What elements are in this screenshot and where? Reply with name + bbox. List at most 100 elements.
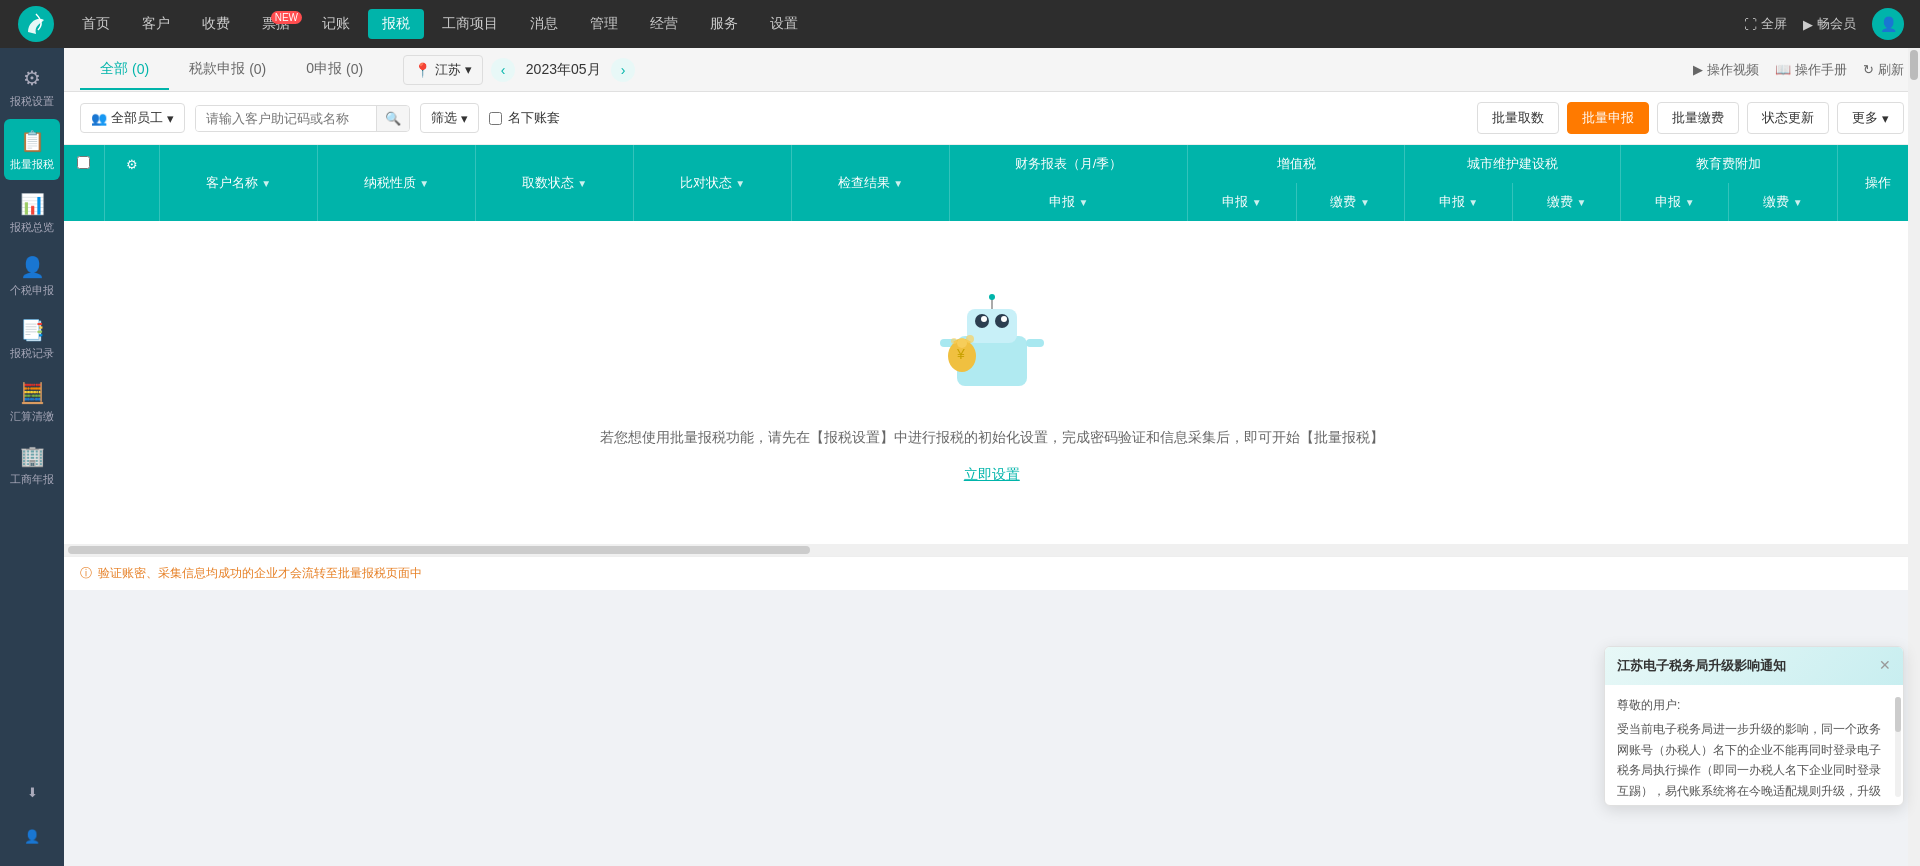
th-edu-pay: 缴费 ▼ xyxy=(1729,183,1837,221)
search-wrapper: 🔍 xyxy=(195,105,410,132)
nav-manage[interactable]: 管理 xyxy=(576,9,632,39)
nav-fee[interactable]: 收费 xyxy=(188,9,244,39)
nav-message[interactable]: 消息 xyxy=(516,9,572,39)
sidebar-item-annual-report[interactable]: 🏢 工商年报 xyxy=(4,434,60,495)
th-compare-status: 比对状态 ▼ xyxy=(633,145,791,221)
bottom-info: ⓘ 验证账密、采集信息均成功的企业才会流转至批量报税页面中 xyxy=(64,556,1920,590)
city-pay-filter[interactable]: ▼ xyxy=(1576,197,1586,208)
svg-text:¥: ¥ xyxy=(956,346,965,362)
th-city-declare: 申报 ▼ xyxy=(1404,183,1512,221)
nav-service[interactable]: 服务 xyxy=(696,9,752,39)
comparestatus-filter-icon[interactable]: ▼ xyxy=(735,178,745,189)
checkresult-filter-icon[interactable]: ▼ xyxy=(893,178,903,189)
tab-tax-declare[interactable]: 税款申报 (0) xyxy=(169,50,286,90)
more-arrow-icon: ▾ xyxy=(1882,111,1889,126)
sidebar-item-tax-record[interactable]: 📑 报税记录 xyxy=(4,308,60,369)
vat-pay-filter[interactable]: ▼ xyxy=(1360,197,1370,208)
more-btn[interactable]: 更多 ▾ xyxy=(1837,102,1904,134)
tax-overview-icon: 📊 xyxy=(20,192,45,216)
th-financial-declare: 申报 ▼ xyxy=(949,183,1188,221)
th-settings[interactable]: ⚙ xyxy=(104,145,160,183)
scroll-thumb[interactable] xyxy=(68,546,810,554)
nav-ticket[interactable]: 票据 NEW xyxy=(248,9,304,39)
search-input[interactable] xyxy=(196,106,376,131)
sidebar-bottom: ⬇ 👤 xyxy=(14,774,50,854)
refresh-btn[interactable]: ↻ 刷新 xyxy=(1863,61,1904,79)
batch-pay-btn[interactable]: 批量缴费 xyxy=(1657,102,1739,134)
vat-declare-filter[interactable]: ▼ xyxy=(1252,197,1262,208)
vertical-scrollbar[interactable] xyxy=(1908,48,1920,866)
th-city-construction-group: 城市维护建设税 xyxy=(1404,145,1620,183)
nav-right: ⛶ 全屏 ▶ 畅会员 👤 xyxy=(1744,8,1904,40)
location-icon: 📍 xyxy=(414,62,431,78)
checkbox-input[interactable] xyxy=(489,112,502,125)
notification-body: 尊敬的用户: 受当前电子税务局进一步升级的影响，同一个政务网账号（办税人）名下的… xyxy=(1605,685,1903,805)
th-fetch-status: 取数状态 ▼ xyxy=(475,145,633,221)
month-next-btn[interactable]: › xyxy=(611,58,635,82)
fin-declare-filter[interactable]: ▼ xyxy=(1078,197,1088,208)
operation-video-btn[interactable]: ▶ 操作视频 xyxy=(1693,61,1759,79)
download-btn[interactable]: ⬇ xyxy=(14,774,50,810)
tab-zero-declare[interactable]: 0申报 (0) xyxy=(286,50,383,90)
city-declare-filter[interactable]: ▼ xyxy=(1468,197,1478,208)
th-city-pay: 缴费 ▼ xyxy=(1513,183,1621,221)
nav-accounting[interactable]: 记账 xyxy=(308,9,364,39)
sidebar-item-batch-tax[interactable]: 📋 批量报税 xyxy=(4,119,60,180)
search-button[interactable]: 🔍 xyxy=(376,106,409,131)
filter-btn[interactable]: 筛选 ▾ xyxy=(420,103,479,133)
user-profile-btn[interactable]: 👤 xyxy=(14,818,50,854)
notification-header: 江苏电子税务局升级影响通知 ✕ xyxy=(1605,647,1903,685)
th-sub-empty2 xyxy=(104,183,160,221)
horizontal-scrollbar[interactable] xyxy=(64,544,1920,556)
th-sub-empty1 xyxy=(64,183,104,221)
svg-point-8 xyxy=(989,294,995,300)
toolbar-right-actions: 批量取数 批量申报 批量缴费 状态更新 更多 ▾ xyxy=(1477,102,1904,134)
notification-content: 受当前电子税务局进一步升级的影响，同一个政务网账号（办税人）名下的企业不能再同时… xyxy=(1617,719,1891,805)
select-arrow-icon: ▾ xyxy=(167,111,174,126)
fetchstatus-filter-icon[interactable]: ▼ xyxy=(577,178,587,189)
tax-record-icon: 📑 xyxy=(20,318,45,342)
tab-all[interactable]: 全部 (0) xyxy=(80,50,169,90)
th-edu-declare: 申报 ▼ xyxy=(1621,183,1729,221)
operation-manual-btn[interactable]: 📖 操作手册 xyxy=(1775,61,1847,79)
sidebar-item-tax-overview[interactable]: 📊 报税总览 xyxy=(4,182,60,243)
settlement-icon: 🧮 xyxy=(20,381,45,405)
month-prev-btn[interactable]: ‹ xyxy=(491,58,515,82)
svg-point-14 xyxy=(966,335,974,343)
batch-fetch-btn[interactable]: 批量取数 xyxy=(1477,102,1559,134)
nav-settings[interactable]: 设置 xyxy=(756,9,812,39)
notification-close-btn[interactable]: ✕ xyxy=(1879,657,1891,673)
setup-link[interactable]: 立即设置 xyxy=(964,466,1020,484)
status-update-btn[interactable]: 状态更新 xyxy=(1747,102,1829,134)
taxtype-filter-icon[interactable]: ▼ xyxy=(419,178,429,189)
nav-client[interactable]: 客户 xyxy=(128,9,184,39)
nav-home[interactable]: 首页 xyxy=(68,9,124,39)
th-vat-declare: 申报 ▼ xyxy=(1188,183,1296,221)
batch-declare-btn[interactable]: 批量申报 xyxy=(1567,102,1649,134)
month-navigator: 📍 江苏 ▾ ‹ 2023年05月 › xyxy=(403,55,635,85)
fullscreen-icon: ⛶ xyxy=(1744,17,1757,32)
nav-operation[interactable]: 经营 xyxy=(636,9,692,39)
nav-business[interactable]: 工商项目 xyxy=(428,9,512,39)
customer-filter-icon[interactable]: ▼ xyxy=(261,178,271,189)
nav-tax[interactable]: 报税 xyxy=(368,9,424,39)
th-tax-type: 纳税性质 ▼ xyxy=(317,145,475,221)
fullscreen-btn[interactable]: ⛶ 全屏 xyxy=(1744,15,1787,33)
employee-select[interactable]: 👥 全部员工 ▾ xyxy=(80,103,185,133)
v-scroll-thumb[interactable] xyxy=(1910,50,1918,80)
avatar[interactable]: 👤 xyxy=(1872,8,1904,40)
region-selector[interactable]: 📍 江苏 ▾ xyxy=(403,55,483,85)
sidebar-item-tax-settings[interactable]: ⚙ 报税设置 xyxy=(4,56,60,117)
sidebar-item-settlement[interactable]: 🧮 汇算清缴 xyxy=(4,371,60,432)
svg-point-5 xyxy=(981,316,987,322)
svg-point-13 xyxy=(957,338,967,348)
select-all-checkbox[interactable] xyxy=(77,156,90,169)
edu-pay-filter[interactable]: ▼ xyxy=(1793,197,1803,208)
top-navigation: 首页 客户 收费 票据 NEW 记账 报税 工商项目 消息 管理 经营 服务 设… xyxy=(0,0,1920,48)
sidebar-item-personal-tax[interactable]: 👤 个税申报 xyxy=(4,245,60,306)
th-checkbox[interactable] xyxy=(64,145,104,183)
notification-title: 江苏电子税务局升级影响通知 xyxy=(1617,657,1786,675)
name-account-checkbox[interactable]: 名下账套 xyxy=(489,109,560,127)
member-btn[interactable]: ▶ 畅会员 xyxy=(1803,15,1856,33)
edu-declare-filter[interactable]: ▼ xyxy=(1685,197,1695,208)
